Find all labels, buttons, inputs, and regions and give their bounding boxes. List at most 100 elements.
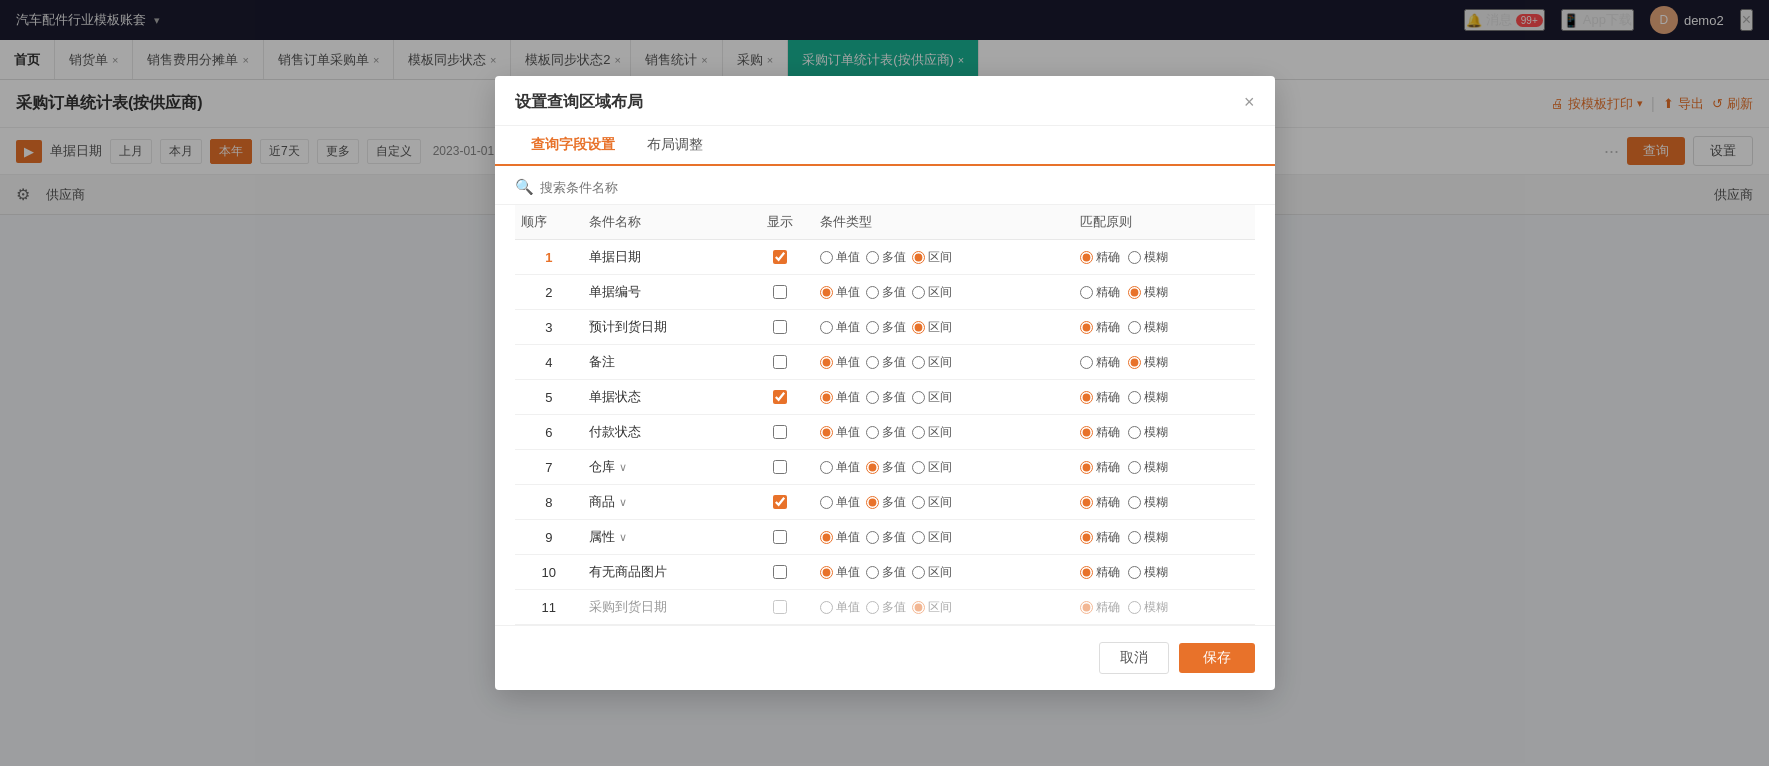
type-multi-label[interactable]: 多值 [866,529,906,546]
type-range-label[interactable]: 区间 [912,564,952,581]
type-range-label[interactable]: 区间 [912,459,952,476]
match-fuzzy-radio[interactable] [1128,391,1141,404]
match-precise-radio[interactable] [1080,566,1093,579]
type-single-label[interactable]: 单值 [820,599,860,616]
type-multi-radio[interactable] [866,391,879,404]
match-precise-radio[interactable] [1080,496,1093,509]
cell-display[interactable] [746,555,815,590]
type-single-label[interactable]: 单值 [820,249,860,266]
match-fuzzy-radio[interactable] [1128,566,1141,579]
type-single-label[interactable]: 单值 [820,319,860,336]
type-single-label[interactable]: 单值 [820,389,860,406]
type-range-label[interactable]: 区间 [912,494,952,511]
type-multi-radio[interactable] [866,601,879,614]
match-precise-radio[interactable] [1080,531,1093,544]
type-single-label[interactable]: 单值 [820,354,860,371]
display-checkbox[interactable] [773,565,787,579]
type-multi-label[interactable]: 多值 [866,424,906,441]
type-range-radio[interactable] [912,286,925,299]
type-multi-radio[interactable] [866,321,879,334]
type-multi-radio[interactable] [866,286,879,299]
type-range-label[interactable]: 区间 [912,354,952,371]
cell-display[interactable] [746,240,815,275]
match-fuzzy-label[interactable]: 模糊 [1128,564,1168,581]
type-multi-radio[interactable] [866,461,879,474]
type-single-radio[interactable] [820,496,833,509]
type-range-radio[interactable] [912,461,925,474]
type-single-radio[interactable] [820,286,833,299]
type-range-radio[interactable] [912,566,925,579]
match-precise-radio[interactable] [1080,286,1093,299]
display-checkbox[interactable] [773,460,787,474]
type-range-label[interactable]: 区间 [912,249,952,266]
display-checkbox[interactable] [773,495,787,509]
cell-display[interactable] [746,380,815,415]
type-multi-radio[interactable] [866,531,879,544]
match-fuzzy-radio[interactable] [1128,496,1141,509]
match-fuzzy-radio[interactable] [1128,461,1141,474]
type-single-radio[interactable] [820,321,833,334]
type-multi-label[interactable]: 多值 [866,284,906,301]
type-multi-label[interactable]: 多值 [866,494,906,511]
type-range-label[interactable]: 区间 [912,599,952,616]
type-single-label[interactable]: 单值 [820,424,860,441]
type-multi-radio[interactable] [866,426,879,439]
cell-display[interactable] [746,415,815,450]
cell-display[interactable] [746,450,815,485]
match-fuzzy-radio[interactable] [1128,321,1141,334]
type-multi-label[interactable]: 多值 [866,249,906,266]
match-fuzzy-label[interactable]: 模糊 [1128,599,1168,616]
display-checkbox[interactable] [773,530,787,544]
display-checkbox[interactable] [773,285,787,299]
match-fuzzy-label[interactable]: 模糊 [1128,529,1168,546]
type-single-label[interactable]: 单值 [820,564,860,581]
match-precise-radio[interactable] [1080,426,1093,439]
modal-close-button[interactable]: × [1244,92,1255,113]
match-fuzzy-label[interactable]: 模糊 [1128,354,1168,371]
type-multi-radio[interactable] [866,566,879,579]
type-multi-label[interactable]: 多值 [866,564,906,581]
type-single-radio[interactable] [820,251,833,264]
type-range-radio[interactable] [912,531,925,544]
type-single-label[interactable]: 单值 [820,494,860,511]
modal-tab-field-settings[interactable]: 查询字段设置 [515,126,631,166]
type-multi-radio[interactable] [866,251,879,264]
type-range-radio[interactable] [912,391,925,404]
match-precise-radio[interactable] [1080,251,1093,264]
display-checkbox[interactable] [773,355,787,369]
match-precise-label[interactable]: 精确 [1080,354,1120,371]
type-range-radio[interactable] [912,251,925,264]
type-single-radio[interactable] [820,566,833,579]
match-precise-label[interactable]: 精确 [1080,599,1120,616]
search-input[interactable] [540,180,760,195]
match-fuzzy-radio[interactable] [1128,356,1141,369]
match-precise-radio[interactable] [1080,391,1093,404]
match-precise-label[interactable]: 精确 [1080,529,1120,546]
match-fuzzy-radio[interactable] [1128,251,1141,264]
match-fuzzy-label[interactable]: 模糊 [1128,389,1168,406]
type-single-radio[interactable] [820,391,833,404]
save-button[interactable]: 保存 [1179,643,1255,673]
type-single-radio[interactable] [820,461,833,474]
match-precise-label[interactable]: 精确 [1080,284,1120,301]
cell-display[interactable] [746,345,815,380]
match-precise-label[interactable]: 精确 [1080,389,1120,406]
type-range-label[interactable]: 区间 [912,424,952,441]
type-multi-label[interactable]: 多值 [866,389,906,406]
match-fuzzy-label[interactable]: 模糊 [1128,284,1168,301]
type-multi-label[interactable]: 多值 [866,459,906,476]
match-fuzzy-radio[interactable] [1128,286,1141,299]
match-precise-label[interactable]: 精确 [1080,424,1120,441]
match-fuzzy-label[interactable]: 模糊 [1128,249,1168,266]
modal-tab-layout[interactable]: 布局调整 [631,126,719,166]
display-checkbox[interactable] [773,250,787,264]
match-fuzzy-label[interactable]: 模糊 [1128,319,1168,336]
display-checkbox[interactable] [773,600,787,614]
type-single-label[interactable]: 单值 [820,459,860,476]
display-checkbox[interactable] [773,390,787,404]
type-multi-label[interactable]: 多值 [866,599,906,616]
match-fuzzy-label[interactable]: 模糊 [1128,494,1168,511]
cell-display[interactable] [746,275,815,310]
match-precise-radio[interactable] [1080,356,1093,369]
cancel-button[interactable]: 取消 [1099,642,1169,674]
